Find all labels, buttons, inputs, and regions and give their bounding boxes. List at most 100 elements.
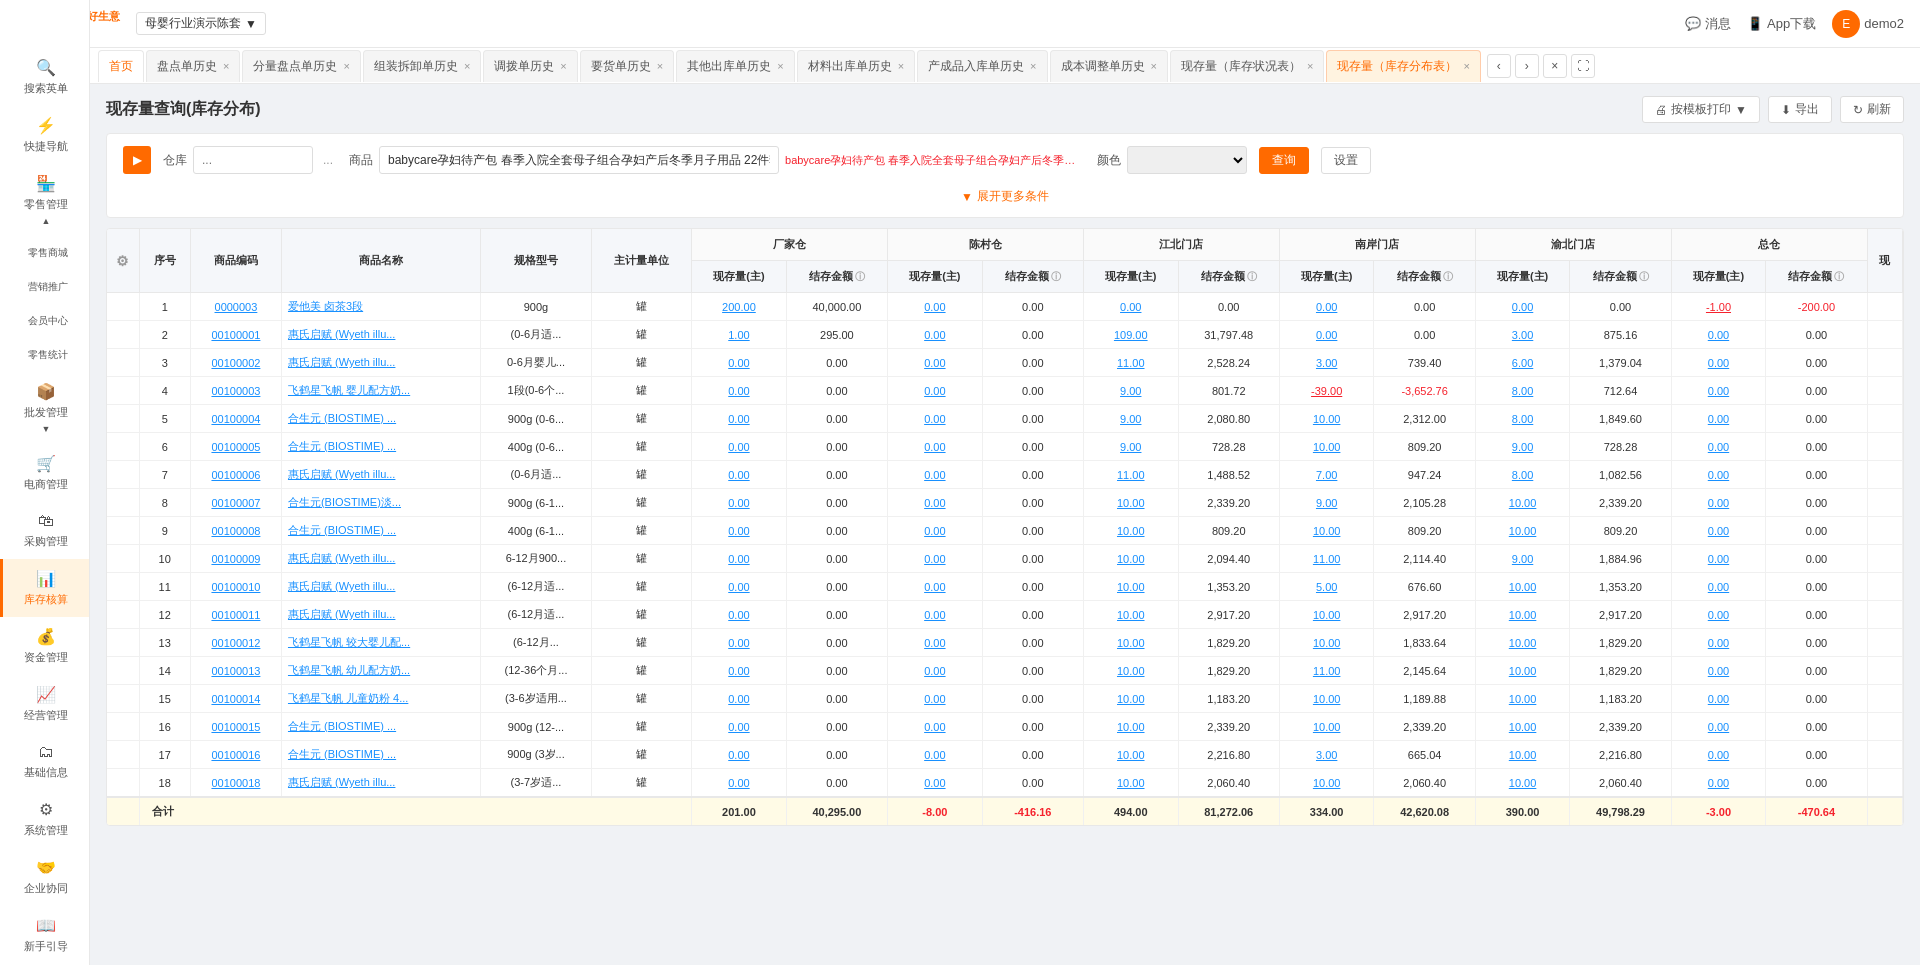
row-code[interactable]: 00100016: [190, 741, 281, 769]
row-name[interactable]: 飞鹤星飞帆 婴儿配方奶...: [281, 377, 480, 405]
row-name[interactable]: 合生元 (BIOSTIME) ...: [281, 713, 480, 741]
row-na-qty[interactable]: 10.00: [1279, 405, 1374, 433]
row-tot-qty[interactable]: 0.00: [1671, 545, 1766, 573]
row-code[interactable]: 00100005: [190, 433, 281, 461]
tab-8-close[interactable]: ×: [1030, 60, 1036, 72]
row-na-qty[interactable]: 0.00: [1279, 293, 1374, 321]
row-f-qty[interactable]: 0.00: [692, 517, 787, 545]
row-code[interactable]: 00100013: [190, 657, 281, 685]
tab-6-close[interactable]: ×: [777, 60, 783, 72]
row-code[interactable]: 00100012: [190, 629, 281, 657]
row-jb-qty[interactable]: 10.00: [1084, 713, 1179, 741]
row-cl-qty[interactable]: 0.00: [888, 629, 983, 657]
row-jb-qty[interactable]: 10.00: [1084, 629, 1179, 657]
row-yb-qty[interactable]: 10.00: [1475, 573, 1570, 601]
message-btn[interactable]: 💬 消息: [1685, 15, 1731, 33]
row-name[interactable]: 惠氏启赋 (Wyeth illu...: [281, 461, 480, 489]
tab-3[interactable]: 组装拆卸单历史 ×: [363, 50, 481, 82]
row-f-qty[interactable]: 200.00: [692, 293, 787, 321]
row-yb-qty[interactable]: 10.00: [1475, 657, 1570, 685]
row-f-qty[interactable]: 0.00: [692, 741, 787, 769]
row-tot-qty[interactable]: 0.00: [1671, 405, 1766, 433]
row-f-qty[interactable]: 0.00: [692, 685, 787, 713]
row-code[interactable]: 0000003: [190, 293, 281, 321]
row-code[interactable]: 00100001: [190, 321, 281, 349]
row-name[interactable]: 合生元 (BIOSTIME) ...: [281, 433, 480, 461]
row-name[interactable]: 惠氏启赋 (Wyeth illu...: [281, 349, 480, 377]
row-jb-qty[interactable]: 11.00: [1084, 349, 1179, 377]
row-name[interactable]: 惠氏启赋 (Wyeth illu...: [281, 545, 480, 573]
sidebar-item-finance[interactable]: 💰 资金管理: [0, 617, 89, 675]
export-btn[interactable]: ⬇ 导出: [1768, 96, 1832, 123]
row-f-qty[interactable]: 0.00: [692, 629, 787, 657]
row-tot-qty[interactable]: 0.00: [1671, 377, 1766, 405]
row-cl-qty[interactable]: 0.00: [888, 349, 983, 377]
row-tot-qty[interactable]: 0.00: [1671, 461, 1766, 489]
expand-arrow[interactable]: ▶: [123, 146, 151, 174]
tab-4[interactable]: 调拨单历史 ×: [483, 50, 577, 82]
row-na-qty[interactable]: 3.00: [1279, 349, 1374, 377]
row-tot-qty[interactable]: 0.00: [1671, 713, 1766, 741]
sidebar-item-retailstats[interactable]: 零售统计: [0, 338, 89, 372]
row-code[interactable]: 00100018: [190, 769, 281, 798]
row-yb-qty[interactable]: 10.00: [1475, 713, 1570, 741]
row-yb-qty[interactable]: 8.00: [1475, 461, 1570, 489]
row-yb-qty[interactable]: 0.00: [1475, 293, 1570, 321]
row-name[interactable]: 飞鹤星飞帆 幼儿配方奶...: [281, 657, 480, 685]
row-tot-qty[interactable]: 0.00: [1671, 657, 1766, 685]
row-code[interactable]: 00100006: [190, 461, 281, 489]
row-jb-qty[interactable]: 9.00: [1084, 433, 1179, 461]
row-jb-qty[interactable]: 0.00: [1084, 293, 1179, 321]
row-code[interactable]: 00100014: [190, 685, 281, 713]
row-na-qty[interactable]: 7.00: [1279, 461, 1374, 489]
row-name[interactable]: 合生元 (BIOSTIME) ...: [281, 741, 480, 769]
sidebar-item-ecommerce[interactable]: 🛒 电商管理: [0, 444, 89, 502]
product-input[interactable]: [379, 146, 779, 174]
row-f-qty[interactable]: 1.00: [692, 321, 787, 349]
tab-5[interactable]: 要货单历史 ×: [580, 50, 674, 82]
row-code[interactable]: 00100003: [190, 377, 281, 405]
tab-close-all-btn[interactable]: ×: [1543, 54, 1567, 78]
row-jb-qty[interactable]: 9.00: [1084, 405, 1179, 433]
color-select[interactable]: [1127, 146, 1247, 174]
row-f-qty[interactable]: 0.00: [692, 573, 787, 601]
row-name[interactable]: 飞鹤星飞帆 儿童奶粉 4...: [281, 685, 480, 713]
row-na-qty[interactable]: -39.00: [1279, 377, 1374, 405]
row-tot-qty[interactable]: 0.00: [1671, 433, 1766, 461]
row-f-qty[interactable]: 0.00: [692, 349, 787, 377]
expand-conditions-btn[interactable]: ▼ 展开更多条件: [961, 188, 1049, 205]
row-code[interactable]: 00100004: [190, 405, 281, 433]
row-name[interactable]: 合生元 (BIOSTIME) ...: [281, 405, 480, 433]
tot-amt-info-icon[interactable]: ⓘ: [1834, 271, 1844, 282]
row-yb-qty[interactable]: 10.00: [1475, 769, 1570, 798]
settings-btn[interactable]: 设置: [1321, 147, 1371, 174]
sidebar-item-retail[interactable]: 🏪 零售管理 ▲: [0, 164, 89, 236]
tab-10[interactable]: 现存量（库存状况表） ×: [1170, 50, 1324, 82]
appdownload-btn[interactable]: 📱 App下载: [1747, 15, 1816, 33]
sidebar-item-purchase[interactable]: 🛍 采购管理: [0, 502, 89, 559]
row-yb-qty[interactable]: 8.00: [1475, 377, 1570, 405]
row-f-qty[interactable]: 0.00: [692, 405, 787, 433]
row-cl-qty[interactable]: 0.00: [888, 489, 983, 517]
row-yb-qty[interactable]: 9.00: [1475, 433, 1570, 461]
cl-amt-info-icon[interactable]: ⓘ: [1051, 271, 1061, 282]
row-jb-qty[interactable]: 10.00: [1084, 489, 1179, 517]
tab-1-close[interactable]: ×: [223, 60, 229, 72]
tab-expand-btn[interactable]: ⛶: [1571, 54, 1595, 78]
row-jb-qty[interactable]: 10.00: [1084, 685, 1179, 713]
row-f-qty[interactable]: 0.00: [692, 769, 787, 798]
user-area[interactable]: E demo2: [1832, 10, 1904, 38]
warehouse-input[interactable]: [193, 146, 313, 174]
tab-4-close[interactable]: ×: [560, 60, 566, 72]
tab-9[interactable]: 成本调整单历史 ×: [1050, 50, 1168, 82]
row-tot-qty[interactable]: 0.00: [1671, 741, 1766, 769]
sidebar-item-marketing[interactable]: 营销推广: [0, 270, 89, 304]
row-jb-qty[interactable]: 10.00: [1084, 573, 1179, 601]
row-na-qty[interactable]: 10.00: [1279, 713, 1374, 741]
row-code[interactable]: 00100002: [190, 349, 281, 377]
row-yb-qty[interactable]: 10.00: [1475, 629, 1570, 657]
row-jb-qty[interactable]: 10.00: [1084, 545, 1179, 573]
row-yb-qty[interactable]: 9.00: [1475, 545, 1570, 573]
row-code[interactable]: 00100010: [190, 573, 281, 601]
tab-next-btn[interactable]: ›: [1515, 54, 1539, 78]
